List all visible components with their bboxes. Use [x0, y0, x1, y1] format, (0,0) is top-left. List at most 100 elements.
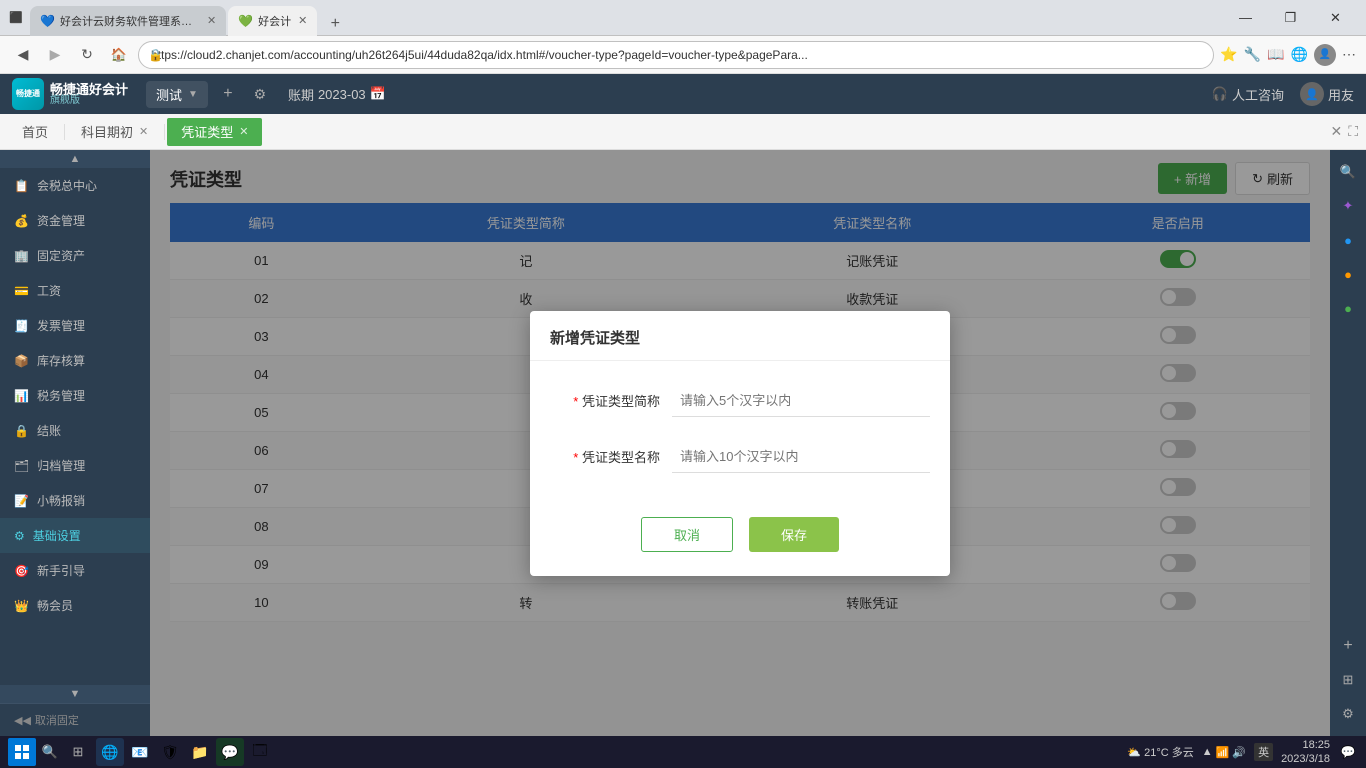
nav-home[interactable]: 🏠 — [106, 42, 132, 68]
more-options-icon[interactable]: ⋯ — [1342, 46, 1356, 63]
voucher-tab-label: 凭证类型 — [181, 122, 233, 141]
dialog: 新增凭证类型 * 凭证类型简称 * 凭 — [530, 311, 950, 576]
sidebar-item-tax[interactable]: 📊 税务管理 — [0, 378, 150, 413]
right-panel-orange[interactable]: ● — [1334, 260, 1362, 288]
archive-icon: 🗂 — [14, 459, 29, 473]
page-tab-subject[interactable]: 科目期初 ✕ — [67, 118, 162, 146]
logo-sub-text: 旗舰版 — [50, 96, 128, 106]
user-label: 用友 — [1328, 85, 1354, 104]
speaker-icon: 🔊 — [1232, 746, 1246, 759]
sidebar-item-guide[interactable]: 🎯 新手引导 — [0, 553, 150, 588]
right-panel: 🔍 ✦ ● ● ● + ⊞ ⚙ — [1330, 150, 1366, 736]
dialog-header: 新增凭证类型 — [530, 311, 950, 361]
sidebar-item-expense[interactable]: 📝 小畅报销 — [0, 483, 150, 518]
consult-label: 人工咨询 — [1232, 85, 1284, 104]
right-panel-grid[interactable]: ⊞ — [1334, 666, 1362, 694]
cancel-btn[interactable]: 取消 — [641, 517, 733, 552]
expense-icon: 📝 — [14, 494, 29, 508]
tab1-title: 好会计云财务软件管理系统_会计 — [60, 13, 200, 29]
sidebar-collapse-btn[interactable]: ◀◀ 取消固定 — [0, 703, 150, 736]
sidebar-item-member[interactable]: 👑 畅会员 — [0, 588, 150, 623]
page-close-btn[interactable]: ✕ — [1330, 123, 1342, 140]
right-panel-blue[interactable]: ● — [1334, 226, 1362, 254]
new-tab-btn[interactable]: + — [323, 12, 347, 36]
taskbar-view-btn[interactable]: ⊞ — [64, 738, 92, 766]
toolbar-settings-icon[interactable]: ⚙ — [248, 82, 272, 106]
minimize-btn[interactable]: — — [1223, 3, 1268, 33]
right-panel-search[interactable]: 🔍 — [1334, 158, 1362, 186]
address-input-wrapper: 🔒 — [138, 41, 1214, 69]
maximize-btn[interactable]: ❐ — [1268, 3, 1313, 33]
taskbar-mail[interactable]: 📧 — [126, 738, 154, 766]
full-name-label: * 凭证类型名称 — [550, 447, 660, 466]
closing-icon: 🔒 — [14, 424, 29, 438]
sidebar-scroll-up[interactable]: ▲ — [0, 150, 150, 168]
wifi-icon: 📶 — [1216, 746, 1230, 759]
ext-icon-4[interactable]: 🌐 — [1291, 46, 1308, 63]
sidebar-item-inventory[interactable]: 📦 库存核算 — [0, 343, 150, 378]
member-label: 畅会员 — [37, 597, 73, 614]
settings-icon: ⚙ — [14, 529, 25, 543]
ext-icon-1[interactable]: ⭐ — [1220, 46, 1237, 63]
browser-tab-2[interactable]: 💚 好会计 ✕ — [228, 6, 317, 36]
right-panel-settings[interactable]: ⚙ — [1334, 700, 1362, 728]
avatar: 👤 — [1300, 82, 1324, 106]
subject-tab-close[interactable]: ✕ — [139, 125, 148, 138]
sidebar-item-meetings[interactable]: 📋 会税总中心 — [0, 168, 150, 203]
sidebar-item-payroll[interactable]: 💳 工资 — [0, 273, 150, 308]
full-name-input[interactable] — [672, 441, 930, 473]
tab2-close[interactable]: ✕ — [298, 14, 307, 27]
ext-icon-3[interactable]: 📖 — [1267, 46, 1284, 63]
ext-icon-2[interactable]: 🔧 — [1244, 46, 1261, 63]
user-profile-icon[interactable]: 👤 — [1314, 44, 1336, 66]
taskbar-search-btn[interactable]: 🔍 — [36, 738, 64, 766]
page-expand-btn[interactable]: ⛶ — [1348, 123, 1358, 140]
sidebar-scroll-down[interactable]: ▼ — [0, 685, 150, 703]
taskbar-folder[interactable]: 📁 — [186, 738, 214, 766]
sidebar-item-closing[interactable]: 🔒 结账 — [0, 413, 150, 448]
taskbar-edge[interactable]: 🌐 — [96, 738, 124, 766]
right-panel-star[interactable]: ✦ — [1334, 192, 1362, 220]
taskbar-wechat[interactable]: 💬 — [216, 738, 244, 766]
archive-label: 归档管理 — [37, 457, 85, 474]
nav-forward[interactable]: ▶ — [42, 42, 68, 68]
consult-btn[interactable]: 🎧 人工咨询 — [1212, 85, 1284, 104]
toolbar-add-btn[interactable]: + — [216, 82, 240, 106]
taskbar-apps2[interactable]: 🗔 — [246, 738, 274, 766]
sidebar-item-fixed-assets[interactable]: 🏢 固定资产 — [0, 238, 150, 273]
home-tab-label: 首页 — [22, 122, 48, 141]
start-btn[interactable] — [8, 738, 36, 766]
sidebar-item-archive[interactable]: 🗂 归档管理 — [0, 448, 150, 483]
expand-icon[interactable]: ▲ — [1202, 746, 1213, 758]
inventory-icon: 📦 — [14, 354, 29, 368]
sidebar-item-funds[interactable]: 💰 资金管理 — [0, 203, 150, 238]
save-btn[interactable]: 保存 — [749, 517, 839, 552]
calendar-icon[interactable]: 📅 — [370, 86, 386, 102]
right-panel-add[interactable]: + — [1334, 632, 1362, 660]
payroll-icon: 💳 — [14, 284, 29, 298]
page-tab-voucher[interactable]: 凭证类型 ✕ — [167, 118, 262, 146]
nav-refresh[interactable]: ↻ — [74, 42, 100, 68]
nav-back[interactable]: ◀ — [10, 42, 36, 68]
browser-chrome: ⬛ 💙 好会计云财务软件管理系统_会计 ✕ 💚 好会计 ✕ + — ❐ ✕ — [0, 0, 1366, 36]
close-btn[interactable]: ✕ — [1313, 3, 1358, 33]
address-bar: ◀ ▶ ↻ 🏠 🔒 ⭐ 🔧 📖 🌐 👤 ⋯ — [0, 36, 1366, 74]
taskbar-shield[interactable]: 🛡 — [156, 738, 184, 766]
sidebar-item-invoice[interactable]: 🧾 发票管理 — [0, 308, 150, 343]
workspace-selector[interactable]: 测试 ▼ — [146, 81, 208, 108]
tab1-close[interactable]: ✕ — [207, 14, 216, 27]
browser-tab-1[interactable]: 💙 好会计云财务软件管理系统_会计 ✕ — [30, 6, 226, 36]
logo-text-wrap: 畅捷通好会计 旗舰版 — [50, 83, 128, 106]
user-btn[interactable]: 👤 用友 — [1300, 82, 1354, 106]
voucher-tab-close[interactable]: ✕ — [239, 125, 248, 138]
right-panel-green[interactable]: ● — [1334, 294, 1362, 322]
invoice-icon: 🧾 — [14, 319, 29, 333]
short-name-input[interactable] — [672, 385, 930, 417]
sidebar-item-settings[interactable]: ⚙ 基础设置 — [0, 518, 150, 553]
fixed-assets-label: 固定资产 — [37, 247, 85, 264]
weather-text: 21°C 多云 — [1144, 744, 1194, 760]
notification-btn[interactable]: 💬 — [1338, 742, 1358, 762]
page-tab-home[interactable]: 首页 — [8, 118, 62, 146]
dialog-overlay: 新增凭证类型 * 凭证类型简称 * 凭 — [150, 150, 1330, 736]
address-input[interactable] — [138, 41, 1214, 69]
